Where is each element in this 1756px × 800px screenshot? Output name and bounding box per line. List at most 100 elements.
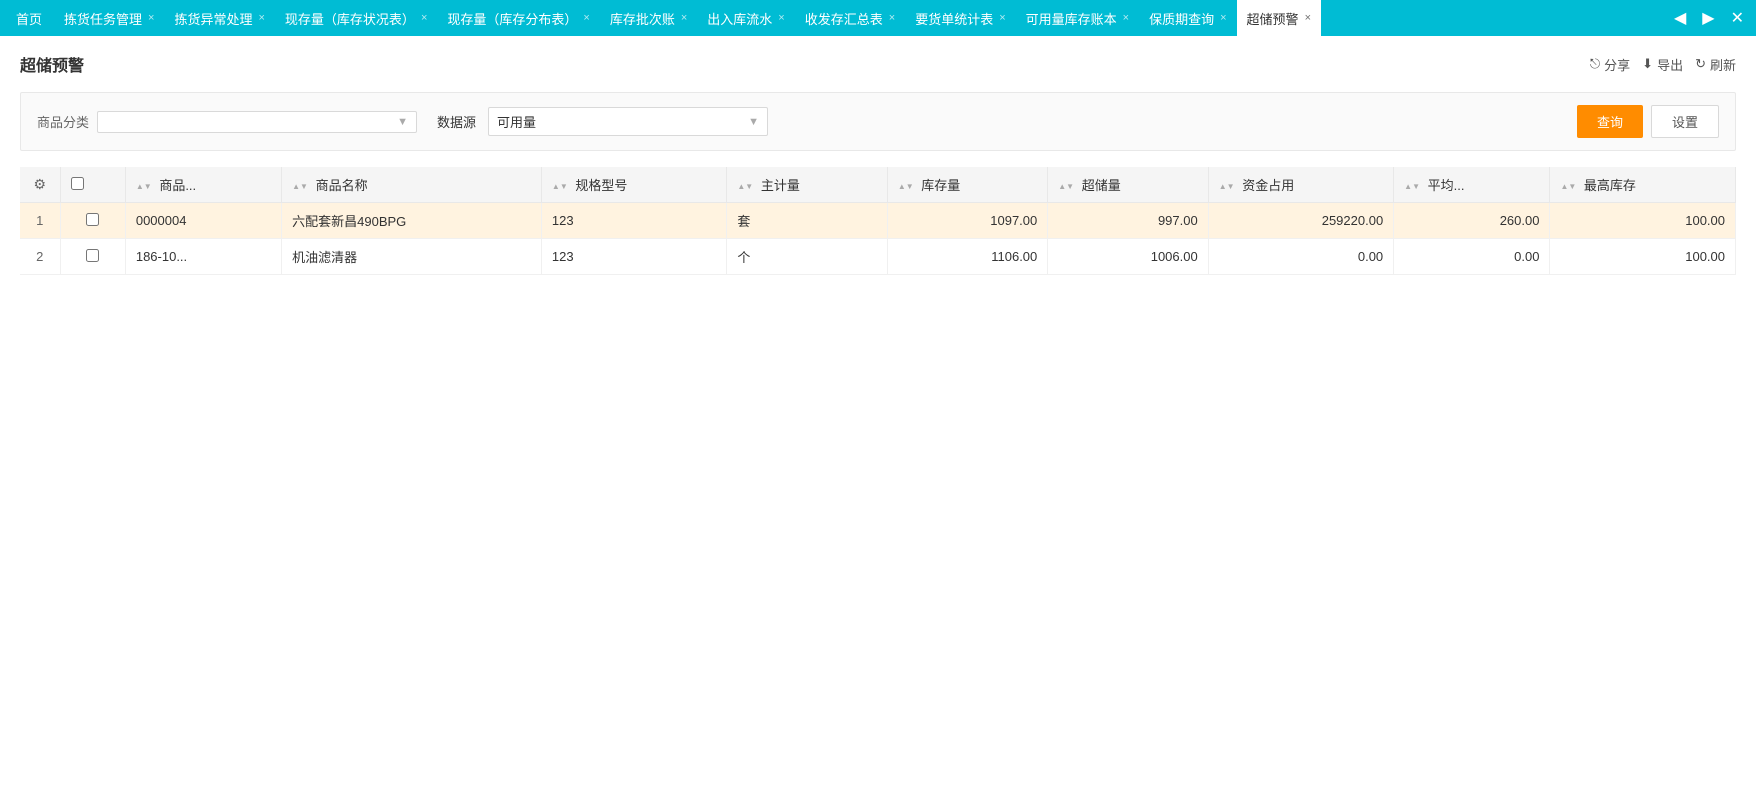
row-spec: 123 xyxy=(541,203,726,239)
share-button[interactable]: ⎋ 分享 xyxy=(1590,55,1630,74)
refresh-button[interactable]: ↻ 刷新 xyxy=(1695,55,1736,74)
row-max-stock: 100.00 xyxy=(1550,239,1736,275)
close-tab-5[interactable]: × xyxy=(778,12,784,24)
settings-button[interactable]: 设置 xyxy=(1651,105,1719,138)
column-checkbox xyxy=(60,167,125,203)
filter-row: 商品分类 ▼ 数据源 可用量 ▼ 查询 设置 xyxy=(20,92,1736,151)
column-unit[interactable]: ▲▼ 主计量 xyxy=(727,167,887,203)
row-product-name: 机油滤清器 xyxy=(282,239,542,275)
sort-icon-stock: ▲▼ xyxy=(898,183,914,191)
column-overflow[interactable]: ▲▼ 超储量 xyxy=(1048,167,1208,203)
page-header: 超储预警 ⎋ 分享 ⬇ 导出 ↻ 刷新 xyxy=(20,52,1736,76)
row-capital: 0.00 xyxy=(1208,239,1393,275)
export-icon: ⬇ xyxy=(1642,56,1653,72)
close-tab-2[interactable]: × xyxy=(421,12,427,24)
column-product-code[interactable]: ▲▼ 商品... xyxy=(125,167,281,203)
datasource-label: 数据源 xyxy=(437,112,476,131)
row-checkbox-0[interactable] xyxy=(86,213,99,226)
sort-icon-spec: ▲▼ xyxy=(552,183,568,191)
tab-库存批次账[interactable]: 库存批次账 × xyxy=(600,0,697,36)
sort-icon-overflow: ▲▼ xyxy=(1058,183,1074,191)
row-product-code: 186-10... xyxy=(125,239,281,275)
row-overflow: 997.00 xyxy=(1048,203,1208,239)
row-num: 1 xyxy=(20,203,60,239)
row-capital: 259220.00 xyxy=(1208,203,1393,239)
column-settings[interactable]: ⚙ xyxy=(20,167,60,203)
close-tab-0[interactable]: × xyxy=(148,12,154,24)
category-dropdown-icon: ▼ xyxy=(397,116,408,128)
sort-icon-avg: ▲▼ xyxy=(1404,183,1420,191)
top-nav: 首页 拣货任务管理 × 拣货异常处理 × 现存量（库存状况表） × 现存量（库存… xyxy=(0,0,1756,36)
table-header-row: ⚙ ▲▼ 商品... ▲▼ 商品名称 ▲▼ 规格型号 ▲▼ xyxy=(20,167,1736,203)
tab-超储预警[interactable]: 超储预警 × xyxy=(1237,0,1321,36)
nav-next-arrow[interactable]: ▶ xyxy=(1694,8,1722,28)
sort-icon-capital: ▲▼ xyxy=(1219,183,1235,191)
tab-可用量库存账本[interactable]: 可用量库存账本 × xyxy=(1016,0,1139,36)
row-unit: 套 xyxy=(727,203,887,239)
export-button[interactable]: ⬇ 导出 xyxy=(1642,55,1683,74)
page-content: 超储预警 ⎋ 分享 ⬇ 导出 ↻ 刷新 商品分类 ▼ 数据源 xyxy=(0,36,1756,800)
page-actions: ⎋ 分享 ⬇ 导出 ↻ 刷新 xyxy=(1590,55,1736,74)
column-avg[interactable]: ▲▼ 平均... xyxy=(1394,167,1550,203)
column-stock[interactable]: ▲▼ 库存量 xyxy=(887,167,1047,203)
row-avg: 260.00 xyxy=(1394,203,1550,239)
category-filter-group: 商品分类 ▼ xyxy=(37,111,417,133)
table-row: 2 186-10... 机油滤清器 123 个 1106.00 1006.00 … xyxy=(20,239,1736,275)
datasource-select-text: 可用量 xyxy=(497,112,740,131)
sort-icon-product-code: ▲▼ xyxy=(136,183,152,191)
tab-要货单统计表[interactable]: 要货单统计表 × xyxy=(905,0,1015,36)
row-checkbox-cell xyxy=(60,203,125,239)
close-tab-8[interactable]: × xyxy=(1123,12,1129,24)
close-tab-10[interactable]: × xyxy=(1305,12,1311,24)
row-checkbox-cell xyxy=(60,239,125,275)
row-spec: 123 xyxy=(541,239,726,275)
column-capital[interactable]: ▲▼ 资金占用 xyxy=(1208,167,1393,203)
sort-icon-max-stock: ▲▼ xyxy=(1560,183,1576,191)
row-num: 2 xyxy=(20,239,60,275)
select-all-checkbox[interactable] xyxy=(71,177,84,190)
category-label: 商品分类 xyxy=(37,112,89,131)
tab-现存量库存分布表[interactable]: 现存量（库存分布表） × xyxy=(437,0,599,36)
nav-arrows: ◀ ▶ ✕ xyxy=(1666,8,1752,28)
tab-现存量库存状况表[interactable]: 现存量（库存状况表） × xyxy=(275,0,437,36)
data-table: ⚙ ▲▼ 商品... ▲▼ 商品名称 ▲▼ 规格型号 ▲▼ xyxy=(20,167,1736,275)
column-max-stock[interactable]: ▲▼ 最高库存 xyxy=(1550,167,1736,203)
row-unit: 个 xyxy=(727,239,887,275)
row-max-stock: 100.00 xyxy=(1550,203,1736,239)
row-stock: 1097.00 xyxy=(887,203,1047,239)
close-tab-9[interactable]: × xyxy=(1220,12,1226,24)
datasource-select[interactable]: 可用量 ▼ xyxy=(488,107,768,136)
close-tab-3[interactable]: × xyxy=(583,12,589,24)
gear-icon[interactable]: ⚙ xyxy=(33,176,46,192)
row-product-code: 0000004 xyxy=(125,203,281,239)
nav-home[interactable]: 首页 xyxy=(4,0,54,36)
tab-收发存汇总表[interactable]: 收发存汇总表 × xyxy=(795,0,905,36)
table-row: 1 0000004 六配套新昌490BPG 123 套 1097.00 997.… xyxy=(20,203,1736,239)
nav-prev-arrow[interactable]: ◀ xyxy=(1666,8,1694,28)
tab-拣货异常处理[interactable]: 拣货异常处理 × xyxy=(164,0,274,36)
datasource-dropdown-icon: ▼ xyxy=(748,116,759,128)
row-product-name: 六配套新昌490BPG xyxy=(282,203,542,239)
column-product-name[interactable]: ▲▼ 商品名称 xyxy=(282,167,542,203)
row-checkbox-1[interactable] xyxy=(86,249,99,262)
close-tab-6[interactable]: × xyxy=(889,12,895,24)
page-title: 超储预警 xyxy=(20,52,84,76)
close-tab-7[interactable]: × xyxy=(999,12,1005,24)
filter-actions: 查询 设置 xyxy=(1577,105,1719,138)
close-tab-4[interactable]: × xyxy=(681,12,687,24)
share-icon: ⎋ xyxy=(1590,56,1600,72)
tab-出入库流水[interactable]: 出入库流水 × xyxy=(697,0,794,36)
query-button[interactable]: 查询 xyxy=(1577,105,1643,138)
row-avg: 0.00 xyxy=(1394,239,1550,275)
refresh-icon: ↻ xyxy=(1695,56,1706,72)
close-tab-1[interactable]: × xyxy=(258,12,264,24)
sort-icon-unit: ▲▼ xyxy=(737,183,753,191)
datasource-filter-group: 数据源 可用量 ▼ xyxy=(437,107,768,136)
tab-保质期查询[interactable]: 保质期查询 × xyxy=(1139,0,1236,36)
nav-close-arrow[interactable]: ✕ xyxy=(1723,8,1752,28)
row-overflow: 1006.00 xyxy=(1048,239,1208,275)
column-spec[interactable]: ▲▼ 规格型号 xyxy=(541,167,726,203)
category-select[interactable]: ▼ xyxy=(97,111,417,133)
row-stock: 1106.00 xyxy=(887,239,1047,275)
tab-拣货任务管理[interactable]: 拣货任务管理 × xyxy=(54,0,164,36)
